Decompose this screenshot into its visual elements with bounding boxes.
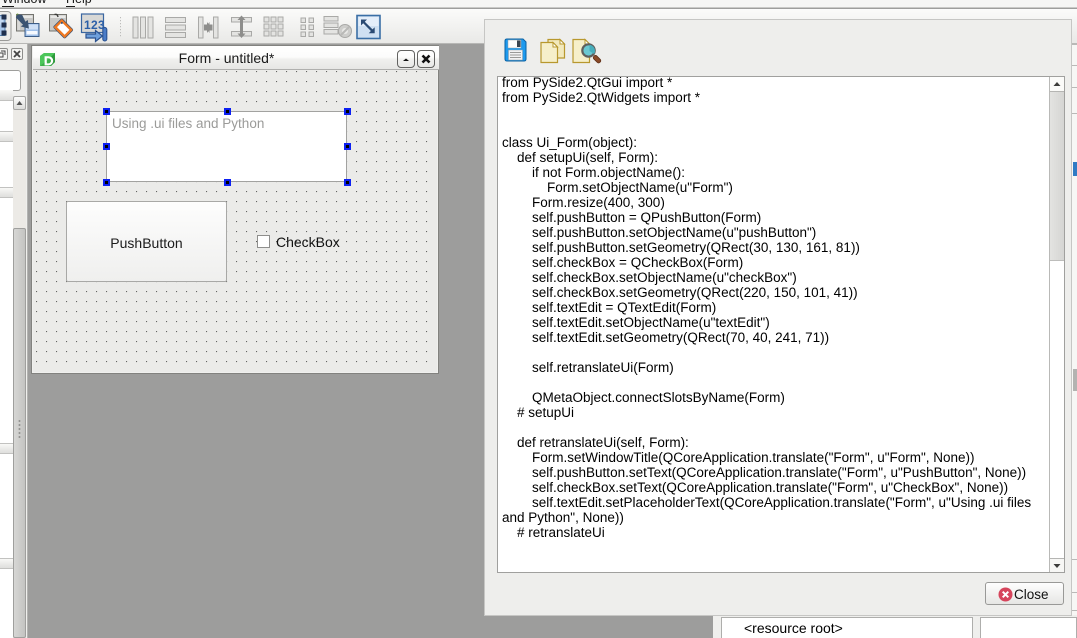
svg-text:123: 123: [84, 18, 105, 32]
